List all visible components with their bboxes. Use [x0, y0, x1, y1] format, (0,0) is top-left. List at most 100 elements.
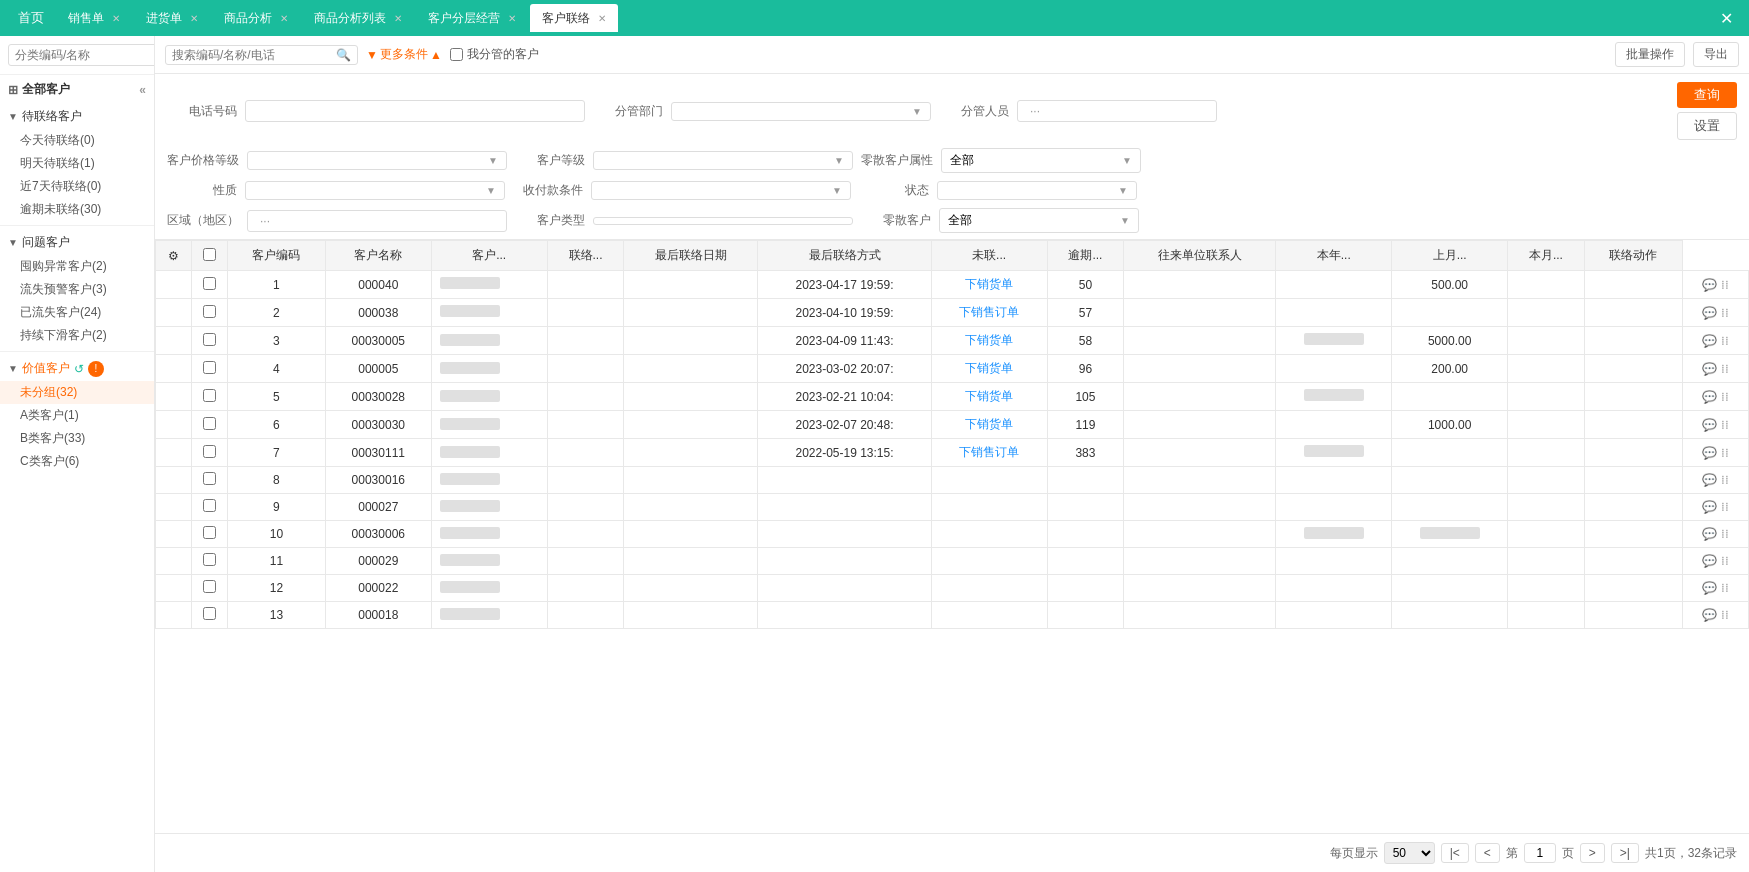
tab-analysis-list[interactable]: 商品分析列表 ✕ [302, 4, 414, 32]
payment-select[interactable]: ▼ [591, 181, 851, 200]
tab-analysis[interactable]: 商品分析 ✕ [212, 4, 300, 32]
sidebar-item-abnormal[interactable]: 囤购异常客户(2) [0, 255, 154, 278]
dots-icon[interactable]: ⁞⁞ [1721, 473, 1729, 487]
method-link[interactable]: 下销售订单 [959, 445, 1019, 459]
batch-op-button[interactable]: 批量操作 [1615, 42, 1685, 67]
call-icon[interactable]: 💬 [1702, 390, 1717, 404]
close-sales-tab[interactable]: ✕ [112, 13, 120, 24]
row-checkbox-cell[interactable] [192, 467, 228, 494]
sidebar-item-c-class[interactable]: C类客户(6) [0, 450, 154, 473]
action-cell[interactable]: 💬⁞⁞ [1682, 299, 1748, 327]
method-link[interactable]: 下销货单 [965, 361, 1013, 375]
dots-icon[interactable]: ⁞⁞ [1721, 608, 1729, 622]
action-cell[interactable]: 💬 ⁞⁞ [1682, 327, 1748, 355]
prev-page-btn[interactable]: < [1475, 843, 1500, 863]
sidebar-value-group[interactable]: ▼ 价值客户 ↺ ! [0, 356, 154, 381]
call-icon[interactable]: 💬 [1702, 554, 1717, 568]
row-checkbox-cell[interactable] [192, 521, 228, 548]
first-page-btn[interactable]: |< [1441, 843, 1469, 863]
phone-input[interactable] [245, 100, 585, 122]
sidebar-item-ungroup[interactable]: 未分组(32) [0, 381, 154, 404]
home-tab[interactable]: 首页 [8, 9, 54, 27]
row-checkbox-cell[interactable] [192, 575, 228, 602]
action-cell[interactable]: 💬 ⁞⁞ [1682, 467, 1748, 494]
row-checkbox[interactable] [203, 389, 216, 402]
dots-icon[interactable]: ⁞⁞ [1721, 362, 1729, 376]
row-checkbox-cell[interactable] [192, 327, 228, 355]
row-checkbox-cell[interactable] [192, 602, 228, 629]
close-purchase-tab[interactable]: ✕ [190, 13, 198, 24]
dots-icon[interactable]: ⁞⁞ [1721, 527, 1729, 541]
action-cell[interactable]: 💬 ⁞⁞ [1682, 355, 1748, 383]
tab-customer-contact[interactable]: 客户联络 ✕ [530, 4, 618, 32]
export-button[interactable]: 导出 [1693, 42, 1739, 67]
my-customers-checkbox[interactable] [450, 48, 463, 61]
row-checkbox-cell[interactable] [192, 494, 228, 521]
method-link[interactable]: 下销售订单 [959, 305, 1019, 319]
action-cell[interactable]: 💬⁞⁞ [1682, 602, 1748, 629]
row-checkbox-cell[interactable] [192, 383, 228, 411]
call-icon[interactable]: 💬 [1702, 581, 1717, 595]
person-dots[interactable]: ··· [1026, 104, 1044, 118]
select-all-checkbox[interactable] [203, 248, 216, 261]
dots-icon[interactable]: ⁞⁞ [1721, 581, 1729, 595]
dots-icon[interactable]: ⁞⁞ [1721, 334, 1729, 348]
method-link[interactable]: 下销货单 [965, 389, 1013, 403]
row-checkbox[interactable] [203, 472, 216, 485]
sidebar-all-customers[interactable]: ⊞ 全部客户 « [0, 75, 154, 104]
dots-icon[interactable]: ⁞⁞ [1721, 390, 1729, 404]
tab-customer-ops[interactable]: 客户分层经营 ✕ [416, 4, 528, 32]
page-size-select[interactable]: 50 100 200 [1384, 842, 1435, 864]
retail-customer-select[interactable]: 全部 ▼ [939, 208, 1139, 233]
refresh-icon[interactable]: ↺ [74, 362, 84, 376]
row-checkbox[interactable] [203, 526, 216, 539]
method-link[interactable]: 下销货单 [965, 333, 1013, 347]
call-icon[interactable]: 💬 [1702, 278, 1717, 292]
close-analysis-tab[interactable]: ✕ [280, 13, 288, 24]
action-cell[interactable]: 💬⁞⁞ [1682, 411, 1748, 439]
dots-icon[interactable]: ⁞⁞ [1721, 418, 1729, 432]
row-checkbox-cell[interactable] [192, 271, 228, 299]
person-select[interactable]: ··· [1017, 100, 1217, 122]
next-page-btn[interactable]: > [1580, 843, 1605, 863]
sidebar-item-tomorrow[interactable]: 明天待联络(1) [0, 152, 154, 175]
sidebar-item-declining[interactable]: 持续下滑客户(2) [0, 324, 154, 347]
method-link[interactable]: 下销货单 [965, 277, 1013, 291]
toolbar-search-icon[interactable]: 🔍 [336, 48, 351, 62]
price-level-select[interactable]: ▼ [247, 151, 507, 170]
method-link[interactable]: 下销货单 [965, 417, 1013, 431]
sidebar-search-input[interactable] [8, 44, 155, 66]
row-checkbox[interactable] [203, 333, 216, 346]
call-icon[interactable]: 💬 [1702, 306, 1717, 320]
action-cell[interactable]: 💬⁞⁞ [1682, 521, 1748, 548]
nature-select[interactable]: ▼ [245, 181, 505, 200]
row-checkbox[interactable] [203, 607, 216, 620]
tab-purchase[interactable]: 进货单 ✕ [134, 4, 210, 32]
action-cell[interactable]: 💬⁞⁞ [1682, 494, 1748, 521]
sidebar-item-overdue[interactable]: 逾期未联络(30) [0, 198, 154, 221]
row-checkbox-cell[interactable] [192, 355, 228, 383]
close-customer-contact-tab[interactable]: ✕ [598, 13, 606, 24]
dots-icon[interactable]: ⁞⁞ [1721, 500, 1729, 514]
call-icon[interactable]: 💬 [1702, 473, 1717, 487]
call-icon[interactable]: 💬 [1702, 334, 1717, 348]
region-select[interactable]: ··· [247, 210, 507, 232]
row-checkbox[interactable] [203, 445, 216, 458]
call-icon[interactable]: 💬 [1702, 362, 1717, 376]
status-select[interactable]: ▼ [937, 181, 1137, 200]
retail-attr-select[interactable]: 全部 ▼ [941, 148, 1141, 173]
action-cell[interactable]: 💬⁞⁞ [1682, 271, 1748, 299]
sidebar-problem-group[interactable]: ▼ 问题客户 [0, 230, 154, 255]
sidebar-item-7days[interactable]: 近7天待联络(0) [0, 175, 154, 198]
row-checkbox-cell[interactable] [192, 439, 228, 467]
close-customer-ops-tab[interactable]: ✕ [508, 13, 516, 24]
row-checkbox-cell[interactable] [192, 411, 228, 439]
row-checkbox-cell[interactable] [192, 548, 228, 575]
sidebar-item-lost[interactable]: 已流失客户(24) [0, 301, 154, 324]
reset-button[interactable]: 设置 [1677, 112, 1737, 140]
sidebar-item-today[interactable]: 今天待联络(0) [0, 129, 154, 152]
row-checkbox[interactable] [203, 499, 216, 512]
row-checkbox[interactable] [203, 305, 216, 318]
action-cell[interactable]: 💬 ⁞⁞ [1682, 383, 1748, 411]
query-button[interactable]: 查询 [1677, 82, 1737, 108]
